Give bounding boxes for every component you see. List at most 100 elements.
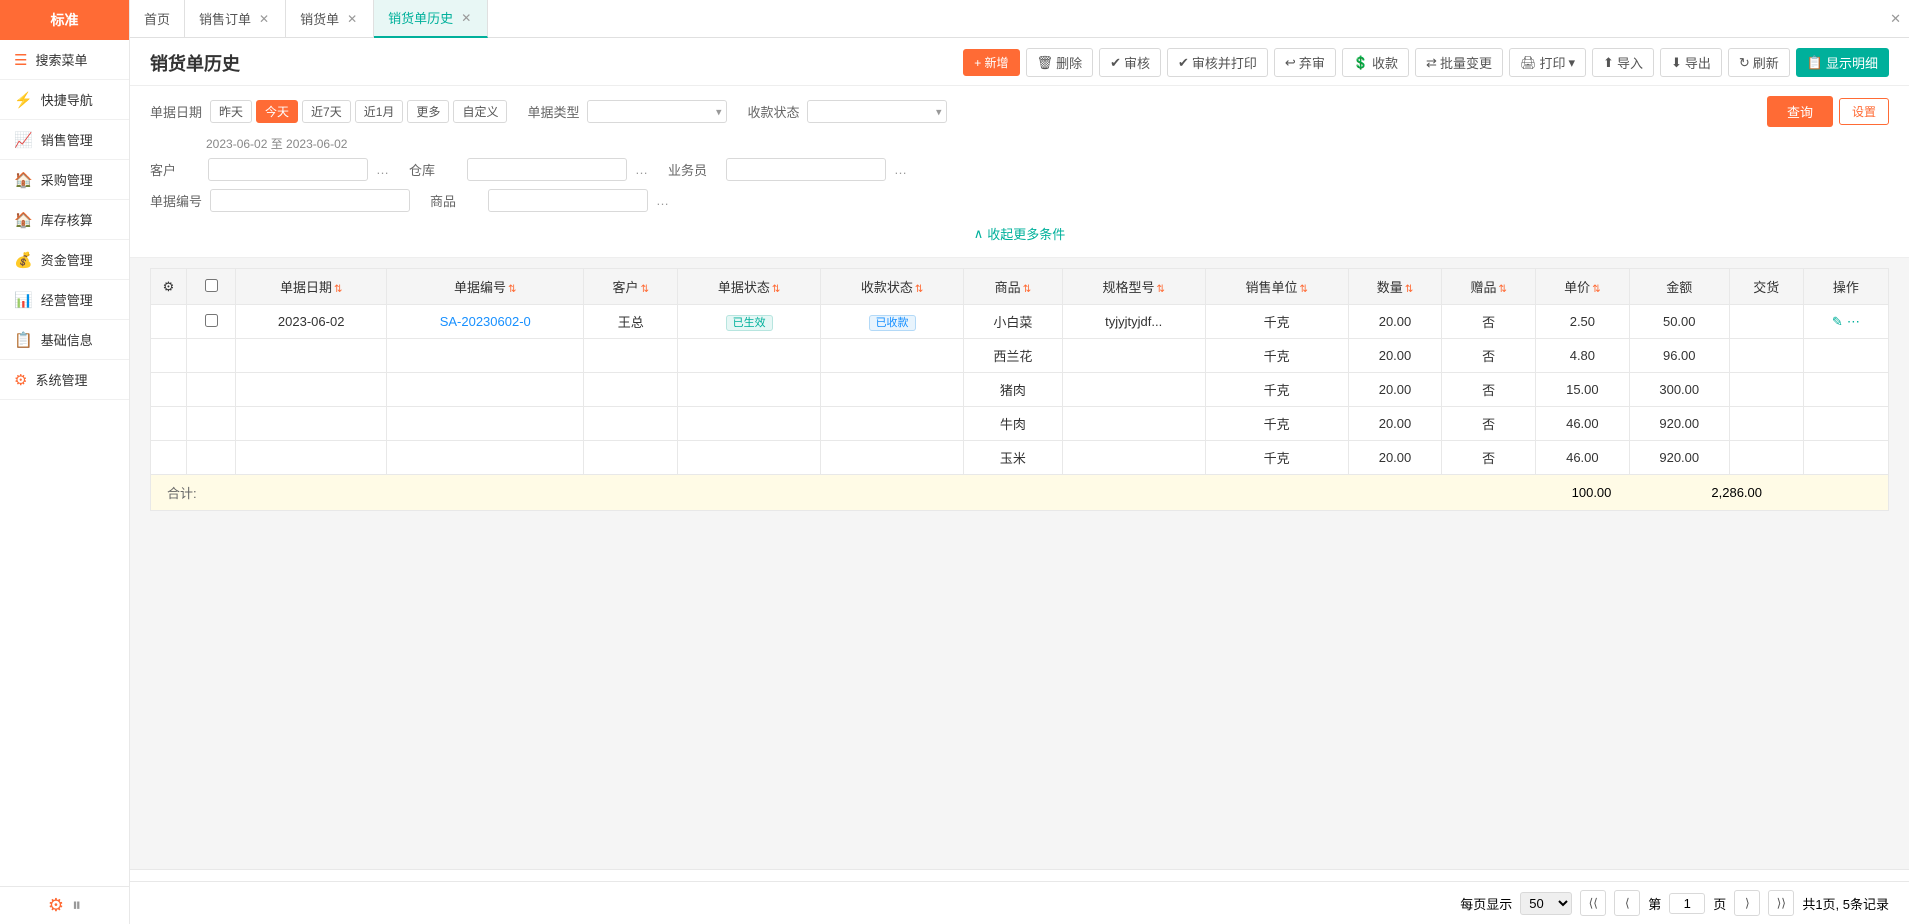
sidebar-item-basic-info[interactable]: 📋 基础信息	[0, 320, 129, 360]
refresh-button[interactable]: ↻ 刷新	[1728, 48, 1790, 77]
cell-spec: tyjyjtyjdf...	[1062, 305, 1205, 339]
tab-bar-close-all[interactable]: ✕	[1890, 11, 1909, 27]
sys-mgmt-icon: ⚙	[14, 371, 27, 389]
col-doc-status[interactable]: 单据状态⇅	[678, 269, 821, 305]
col-goods[interactable]: 商品⇅	[964, 269, 1063, 305]
filter-doc-date: 单据日期 昨天 今天 近7天 近1月 更多 自定义	[150, 100, 507, 123]
sort-unit-icon: ⇅	[1299, 284, 1307, 295]
abandon-button[interactable]: ↩ 弃审	[1274, 48, 1336, 77]
customer-dots[interactable]: …	[376, 162, 389, 177]
cell-checkbox[interactable]	[187, 441, 236, 475]
cell-unit: 千克	[1205, 373, 1348, 407]
tab-home[interactable]: 首页	[130, 0, 185, 38]
col-customer[interactable]: 客户⇅	[584, 269, 678, 305]
cell-checkbox[interactable]	[187, 305, 236, 339]
date-btn-custom[interactable]: 自定义	[453, 100, 507, 123]
payment-status-select[interactable]	[807, 100, 947, 123]
col-gear[interactable]: ⚙	[151, 269, 187, 305]
query-button[interactable]: 查询	[1767, 96, 1833, 127]
receive-button[interactable]: 💲 收款	[1342, 48, 1409, 77]
cell-doc-no[interactable]	[387, 373, 584, 407]
row-checkbox[interactable]	[205, 314, 218, 327]
tab-sales-history-close[interactable]: ✕	[459, 11, 473, 25]
cell-spec	[1062, 373, 1205, 407]
cell-doc-no[interactable]	[387, 339, 584, 373]
warehouse-input[interactable]	[467, 158, 627, 181]
sidebar-settings-icon[interactable]: ⚙	[48, 895, 64, 916]
select-all-checkbox[interactable]	[205, 279, 218, 292]
goods-dots[interactable]: …	[656, 193, 669, 208]
cell-price: 4.80	[1536, 339, 1630, 373]
cell-doc-no[interactable]: SA-20230602-0	[387, 305, 584, 339]
col-gift[interactable]: 赠品⇅	[1442, 269, 1536, 305]
page-prev-button[interactable]: ⟨	[1614, 890, 1640, 916]
page-first-button[interactable]: ⟨⟨	[1580, 890, 1606, 916]
import-button[interactable]: ⬆ 导入	[1592, 48, 1654, 77]
goods-input[interactable]	[488, 189, 648, 212]
sidebar-item-sys-mgmt[interactable]: ⚙ 系统管理	[0, 360, 129, 400]
cell-checkbox[interactable]	[187, 407, 236, 441]
tab-sales-order-close[interactable]: ✕	[257, 12, 271, 26]
date-btn-1month[interactable]: 近1月	[355, 100, 404, 123]
audit-print-button[interactable]: ✔ 审核并打印	[1167, 48, 1268, 77]
tab-sales-goods[interactable]: 销货单 ✕	[286, 0, 374, 38]
tab-sales-history-label: 销货单历史	[388, 8, 453, 27]
sidebar-item-sales[interactable]: 📈 销售管理	[0, 120, 129, 160]
col-spec[interactable]: 规格型号⇅	[1062, 269, 1205, 305]
col-qty[interactable]: 数量⇅	[1348, 269, 1442, 305]
date-btn-yesterday[interactable]: 昨天	[210, 100, 252, 123]
print-button[interactable]: 🖨 打印 ▾	[1509, 48, 1586, 77]
collapse-button[interactable]: ∧ 收起更多条件	[150, 220, 1889, 247]
warehouse-dots[interactable]: …	[635, 162, 648, 177]
salesperson-dots[interactable]: …	[894, 162, 907, 177]
setup-button[interactable]: 设置	[1839, 98, 1889, 125]
sidebar-item-finance[interactable]: 💰 资金管理	[0, 240, 129, 280]
doc-date-label: 单据日期	[150, 102, 202, 121]
doc-no-input[interactable]	[210, 189, 410, 212]
delete-button[interactable]: 🗑 删除	[1026, 48, 1094, 77]
date-btn-today[interactable]: 今天	[256, 100, 298, 123]
tab-sales-history[interactable]: 销货单历史 ✕	[374, 0, 488, 38]
date-btn-7days[interactable]: 近7天	[302, 100, 351, 123]
tab-sales-order[interactable]: 销售订单 ✕	[185, 0, 286, 38]
page-next-button[interactable]: ⟩	[1734, 890, 1760, 916]
new-button[interactable]: + 新增	[963, 49, 1019, 76]
edit-action-icon[interactable]: ✎	[1832, 314, 1843, 329]
col-payment-status[interactable]: 收款状态⇅	[821, 269, 964, 305]
col-doc-date[interactable]: 单据日期⇅	[236, 269, 387, 305]
sidebar-item-search-menu[interactable]: ☰ 搜索菜单	[0, 40, 129, 80]
cell-payment-status	[821, 441, 964, 475]
page-last-button[interactable]: ⟩⟩	[1768, 890, 1794, 916]
sidebar-item-quick-nav[interactable]: ⚡ 快捷导航	[0, 80, 129, 120]
col-price[interactable]: 单价⇅	[1536, 269, 1630, 305]
cell-checkbox[interactable]	[187, 373, 236, 407]
tab-sales-goods-close[interactable]: ✕	[345, 12, 359, 26]
sidebar-collapse-icon[interactable]: ⏸	[72, 895, 81, 916]
date-btn-more[interactable]: 更多	[407, 100, 449, 123]
doc-type-select[interactable]	[587, 100, 727, 123]
salesperson-input[interactable]	[726, 158, 886, 181]
page-size-select[interactable]: 10 20 50 100	[1520, 892, 1572, 915]
customer-label: 客户	[150, 160, 200, 179]
table-row: 玉米 千克 20.00 否 46.00 920.00	[151, 441, 1889, 475]
audit-print-icon: ✔	[1178, 55, 1189, 71]
export-button[interactable]: ⬇ 导出	[1660, 48, 1722, 77]
col-unit[interactable]: 销售单位⇅	[1205, 269, 1348, 305]
sidebar-item-inventory[interactable]: 🏠 库存核算	[0, 200, 129, 240]
cell-doc-no[interactable]	[387, 407, 584, 441]
col-doc-no[interactable]: 单据编号⇅	[387, 269, 584, 305]
col-checkbox[interactable]	[187, 269, 236, 305]
audit-button[interactable]: ✔ 审核	[1099, 48, 1161, 77]
page-number-input[interactable]	[1669, 893, 1705, 914]
show-detail-button[interactable]: 📋 显示明细	[1796, 48, 1889, 77]
sidebar-item-purchase[interactable]: 🏠 采购管理	[0, 160, 129, 200]
cell-doc-no[interactable]	[387, 441, 584, 475]
sidebar-item-operations[interactable]: 📊 经营管理	[0, 280, 129, 320]
more-action-icon[interactable]: ⋯	[1847, 314, 1860, 329]
sort-doc-date-icon: ⇅	[334, 284, 342, 295]
horizontal-scrollbar[interactable]	[130, 869, 1909, 881]
batch-change-button[interactable]: ⇄ 批量变更	[1415, 48, 1503, 77]
warehouse-label: 仓库	[409, 160, 459, 179]
customer-input[interactable]	[208, 158, 368, 181]
cell-checkbox[interactable]	[187, 339, 236, 373]
